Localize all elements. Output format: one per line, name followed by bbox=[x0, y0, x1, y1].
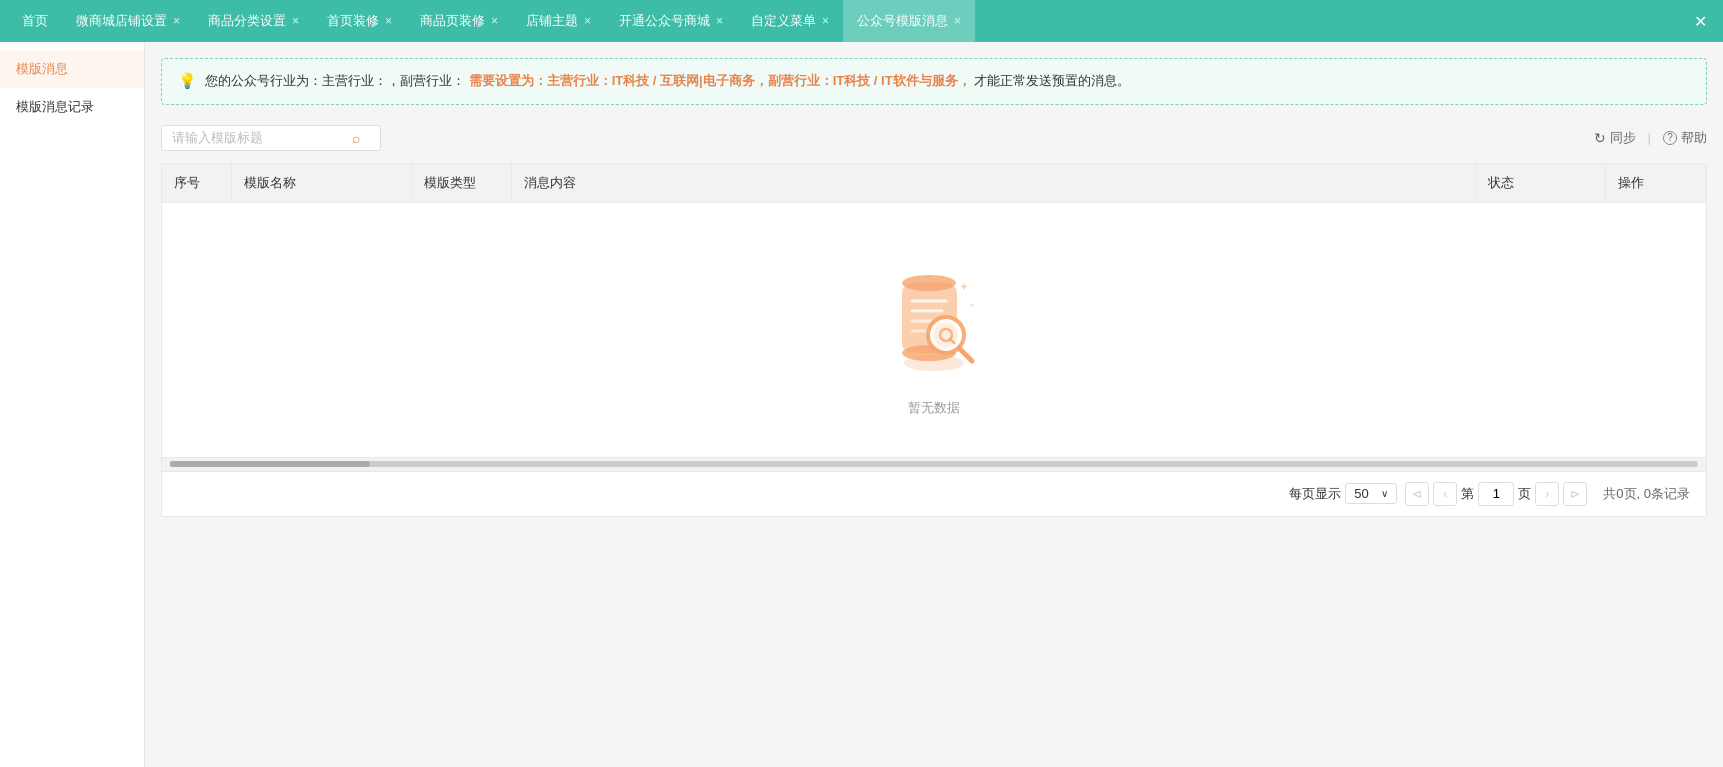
th-status: 状态 bbox=[1476, 164, 1606, 202]
next-page-button[interactable]: › bbox=[1535, 482, 1559, 506]
search-actions: ↻ 同步 | ? 帮助 bbox=[1594, 129, 1707, 147]
sidebar: 模版消息 模版消息记录 bbox=[0, 42, 145, 767]
tab-category-label: 商品分类设置 bbox=[208, 12, 286, 30]
tab-templatemsg-close[interactable]: × bbox=[954, 14, 961, 28]
search-input[interactable] bbox=[172, 130, 352, 145]
page-unit: 页 bbox=[1518, 485, 1531, 503]
tab-category-close[interactable]: × bbox=[292, 14, 299, 28]
page-size-label: 每页显示 bbox=[1289, 485, 1341, 503]
tab-openstore-close[interactable]: × bbox=[716, 14, 723, 28]
tab-bar-close-all[interactable]: ✕ bbox=[1686, 12, 1715, 31]
tab-homepage[interactable]: 首页装修 × bbox=[313, 0, 406, 42]
sync-label: 同步 bbox=[1610, 129, 1636, 147]
tab-templatemsg-label: 公众号模版消息 bbox=[857, 12, 948, 30]
tab-custommenu-close[interactable]: × bbox=[822, 14, 829, 28]
chevron-down-icon: ∨ bbox=[1381, 488, 1388, 499]
horizontal-scrollbar[interactable] bbox=[162, 457, 1706, 471]
content-area: 💡 您的公众号行业为：主营行业：，副营行业： 需要设置为：主营行业：IT科技 /… bbox=[145, 42, 1723, 767]
notice-text: 您的公众号行业为：主营行业：，副营行业： 需要设置为：主营行业：IT科技 / 互… bbox=[205, 71, 1130, 92]
main-layout: 模版消息 模版消息记录 💡 您的公众号行业为：主营行业：，副营行业： 需要设置为… bbox=[0, 42, 1723, 767]
sidebar-item-template-msg-label: 模版消息 bbox=[16, 61, 68, 76]
sidebar-item-template-msg[interactable]: 模版消息 bbox=[0, 50, 144, 88]
tab-home[interactable]: 首页 bbox=[8, 0, 62, 42]
tab-productpage-label: 商品页装修 bbox=[420, 12, 485, 30]
tab-productpage[interactable]: 商品页装修 × bbox=[406, 0, 512, 42]
page-size-dropdown[interactable]: 50 ∨ bbox=[1345, 483, 1397, 504]
search-input-wrap[interactable]: ⌕ bbox=[161, 125, 381, 151]
scrollbar-track[interactable] bbox=[170, 461, 1698, 467]
last-page-button[interactable]: ⊳ bbox=[1563, 482, 1587, 506]
th-type: 模版类型 bbox=[412, 164, 512, 202]
page-size-value: 50 bbox=[1354, 486, 1368, 501]
tab-bar: 首页 微商城店铺设置 × 商品分类设置 × 首页装修 × 商品页装修 × 店铺主… bbox=[0, 0, 1723, 42]
tab-theme[interactable]: 店铺主题 × bbox=[512, 0, 605, 42]
tab-homepage-label: 首页装修 bbox=[327, 12, 379, 30]
tab-wshop-close[interactable]: × bbox=[173, 14, 180, 28]
table-header: 序号 模版名称 模版类型 消息内容 状态 操作 bbox=[162, 164, 1706, 203]
empty-text: 暂无数据 bbox=[908, 399, 960, 417]
tab-templatemsg[interactable]: 公众号模版消息 × bbox=[843, 0, 975, 42]
svg-point-2 bbox=[902, 275, 956, 291]
tab-productpage-close[interactable]: × bbox=[491, 14, 498, 28]
data-table: 序号 模版名称 模版类型 消息内容 状态 操作 bbox=[161, 163, 1707, 517]
th-seq: 序号 bbox=[162, 164, 232, 202]
search-bar: ⌕ ↻ 同步 | ? 帮助 bbox=[161, 125, 1707, 151]
tab-wshop[interactable]: 微商城店铺设置 × bbox=[62, 0, 194, 42]
tab-openstore-label: 开通公众号商城 bbox=[619, 12, 710, 30]
first-page-button[interactable]: ⊲ bbox=[1405, 482, 1429, 506]
th-name: 模版名称 bbox=[232, 164, 412, 202]
empty-state: ✦ ✦ 暂无数据 bbox=[162, 203, 1706, 457]
tab-category[interactable]: 商品分类设置 × bbox=[194, 0, 313, 42]
total-info: 共0页, 0条记录 bbox=[1603, 485, 1690, 503]
page-size-select: 每页显示 50 ∨ bbox=[1289, 483, 1397, 504]
help-label: 帮助 bbox=[1681, 129, 1707, 147]
tab-theme-close[interactable]: × bbox=[584, 14, 591, 28]
notice-box: 💡 您的公众号行业为：主营行业：，副营行业： 需要设置为：主营行业：IT科技 /… bbox=[161, 58, 1707, 105]
scrollbar-thumb[interactable] bbox=[170, 461, 370, 467]
svg-text:✦: ✦ bbox=[959, 280, 969, 294]
notice-suffix: 才能正常发送预置的消息。 bbox=[974, 73, 1130, 88]
page-label: 第 bbox=[1461, 485, 1474, 503]
help-icon: ? bbox=[1663, 131, 1677, 145]
sidebar-item-template-msg-record[interactable]: 模版消息记录 bbox=[0, 88, 144, 126]
help-button[interactable]: ? 帮助 bbox=[1663, 129, 1707, 147]
sync-icon: ↻ bbox=[1594, 130, 1606, 146]
th-content: 消息内容 bbox=[512, 164, 1476, 202]
page-navigation: ⊲ ‹ 第 页 › ⊳ bbox=[1405, 482, 1587, 506]
tab-homepage-close[interactable]: × bbox=[385, 14, 392, 28]
sync-button[interactable]: ↻ 同步 bbox=[1594, 129, 1636, 147]
notice-prefix: 您的公众号行业为：主营行业：，副营行业： bbox=[205, 73, 465, 88]
tab-custommenu-label: 自定义菜单 bbox=[751, 12, 816, 30]
tab-custommenu[interactable]: 自定义菜单 × bbox=[737, 0, 843, 42]
notice-icon: 💡 bbox=[178, 72, 197, 90]
pagination: 每页显示 50 ∨ ⊲ ‹ 第 页 › ⊳ bbox=[162, 471, 1706, 516]
svg-text:✦: ✦ bbox=[969, 301, 976, 310]
notice-highlight: 需要设置为：主营行业：IT科技 / 互联网|电子商务，副营行业：IT科技 / I… bbox=[469, 73, 971, 88]
divider: | bbox=[1648, 130, 1651, 145]
page-number-input[interactable] bbox=[1478, 482, 1514, 506]
th-action: 操作 bbox=[1606, 164, 1706, 202]
page-input-wrap: 第 页 bbox=[1461, 482, 1531, 506]
tab-home-label: 首页 bbox=[22, 12, 48, 30]
tab-wshop-label: 微商城店铺设置 bbox=[76, 12, 167, 30]
tab-theme-label: 店铺主题 bbox=[526, 12, 578, 30]
empty-illustration: ✦ ✦ bbox=[874, 263, 994, 383]
tab-openstore[interactable]: 开通公众号商城 × bbox=[605, 0, 737, 42]
prev-page-button[interactable]: ‹ bbox=[1433, 482, 1457, 506]
search-icon[interactable]: ⌕ bbox=[352, 130, 360, 146]
sidebar-item-template-msg-record-label: 模版消息记录 bbox=[16, 99, 94, 114]
